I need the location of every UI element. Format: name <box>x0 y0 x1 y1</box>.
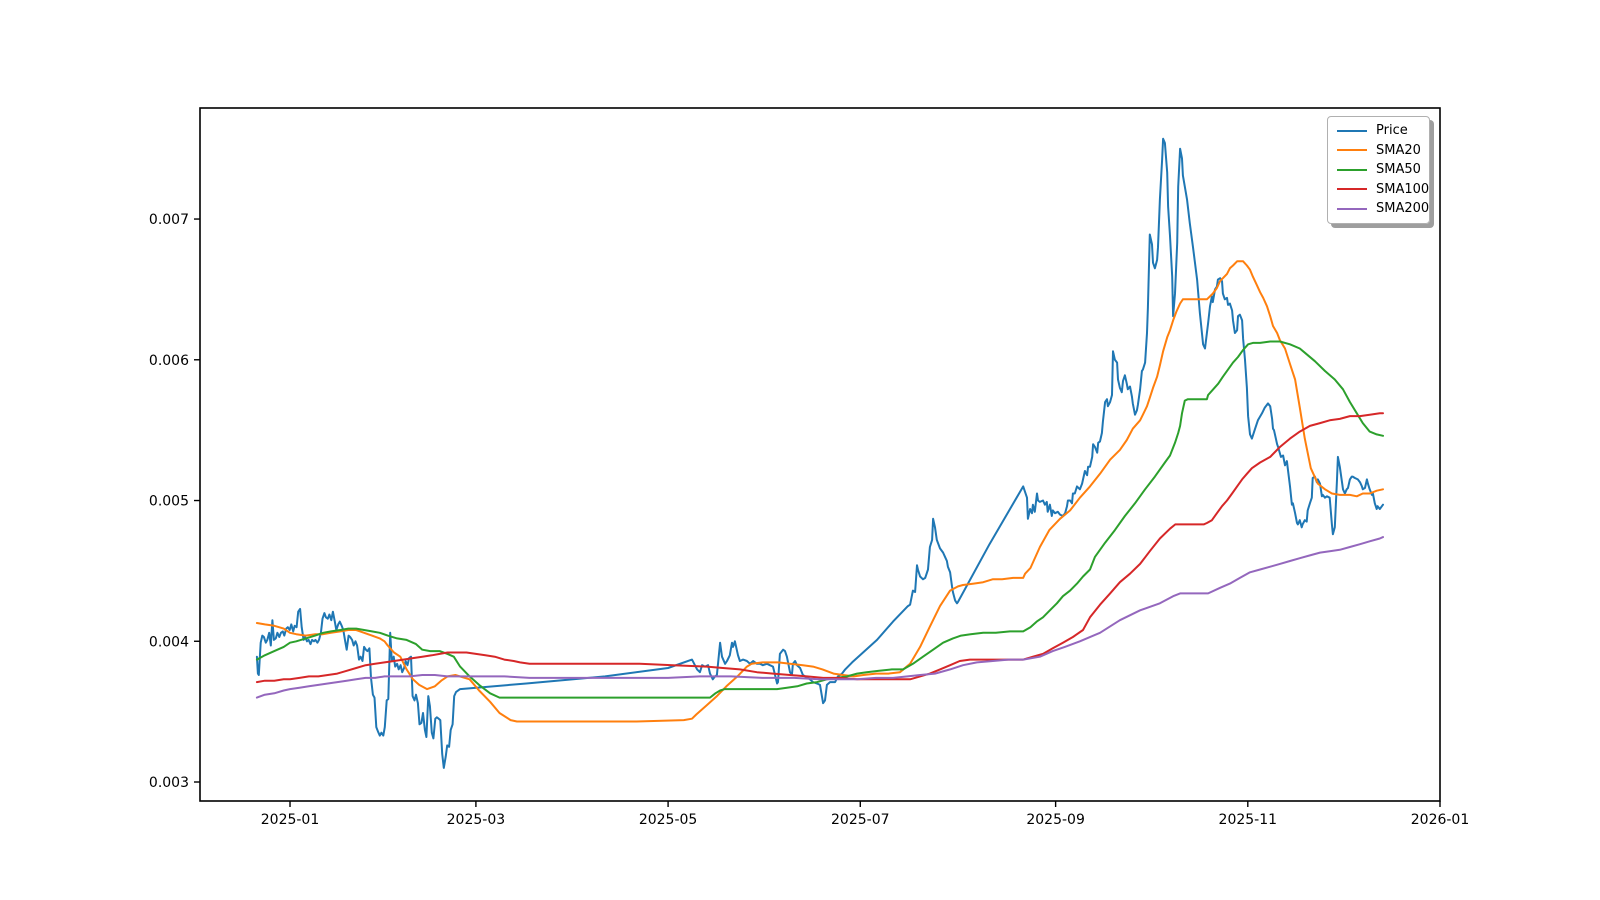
price-line <box>255 137 1384 769</box>
legend-label-sma200: SMA200 <box>1376 201 1430 216</box>
legend-item-sma100: SMA100 <box>1337 180 1429 200</box>
legend-item-sma50: SMA50 <box>1337 160 1423 180</box>
sma20-line <box>255 260 1384 723</box>
x-tick-label-2025-03: 2025-03 <box>447 812 506 828</box>
sma50-line <box>255 340 1384 699</box>
legend-label-sma50: SMA50 <box>1376 162 1421 177</box>
legend-label-sma100: SMA100 <box>1376 181 1430 197</box>
y-tick-label-0.005: 0.005 <box>149 494 189 510</box>
x-tick-label-2025-07: 2025-07 <box>831 812 890 828</box>
legend-item-sma20: SMA20 <box>1337 141 1423 161</box>
x-tick-label-2025-05: 2025-05 <box>639 812 698 828</box>
legend-item-price: Price <box>1337 121 1423 141</box>
figure: 2025-01 2025-03 2025-05 2025-07 2025-09 2025-… <box>0 0 1600 900</box>
y-tick-label-0.006: 0.006 <box>149 353 189 369</box>
x-tick-label-2026-01: 2026-01 <box>1411 812 1470 828</box>
y-tick-label-0.007: 0.007 <box>149 212 189 228</box>
sma200-line <box>255 536 1384 699</box>
legend-line-sample-sma50 <box>1337 168 1367 171</box>
x-tick-label-2025-01: 2025-01 <box>261 812 320 828</box>
legend-line-sample-sma100 <box>1337 188 1367 191</box>
y-tick-label-0.004: 0.004 <box>149 634 189 650</box>
plot-border <box>199 107 1441 802</box>
legend-item-sma200: SMA200 <box>1337 199 1429 219</box>
legend-label-price: Price <box>1376 123 1408 138</box>
x-tick-label-2025-11: 2025-11 <box>1219 812 1278 828</box>
legend-line-sample-price <box>1337 129 1367 132</box>
x-tick-label-2025-09: 2025-09 <box>1026 812 1085 828</box>
sma100-line <box>255 412 1384 684</box>
legend: Price SMA20 SMA50 SMA100 SMA200 <box>1327 116 1430 224</box>
legend-label-sma20: SMA20 <box>1376 142 1421 158</box>
legend-line-sample-sma200 <box>1337 207 1367 210</box>
legend-line-sample-sma20 <box>1337 149 1367 152</box>
y-tick-label-0.003: 0.003 <box>149 775 189 791</box>
